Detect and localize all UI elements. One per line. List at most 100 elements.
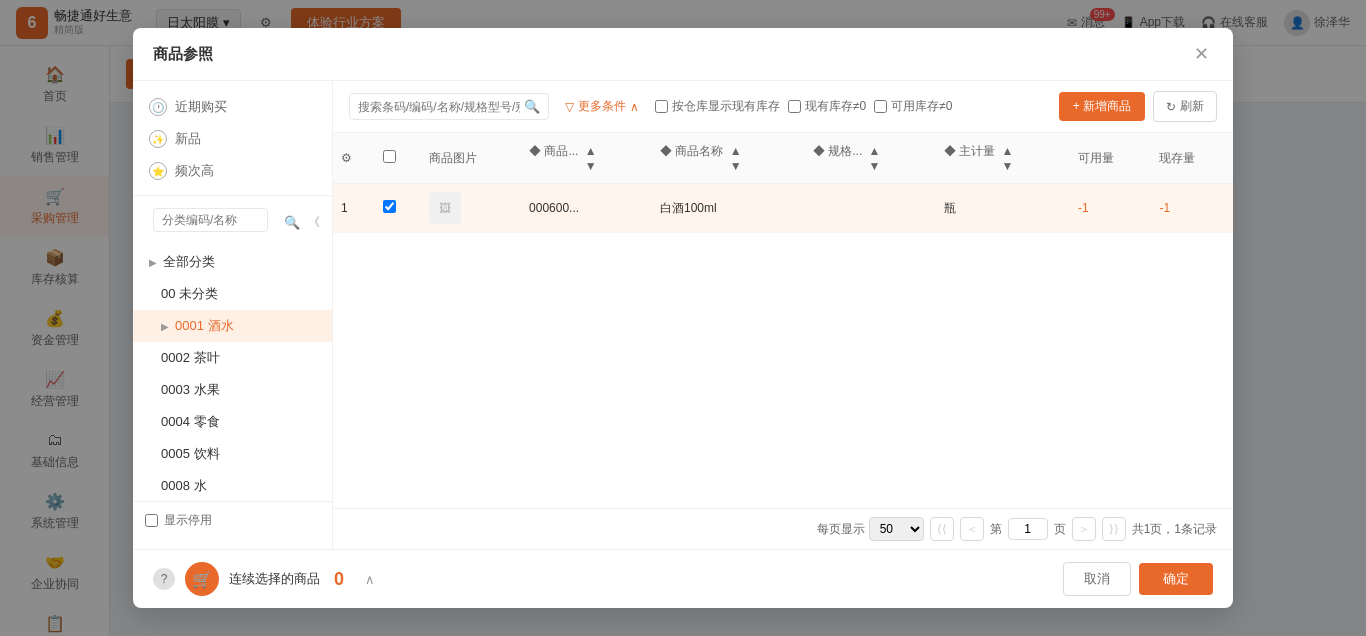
product-search-input[interactable] xyxy=(358,100,520,114)
quick-items: 🕐 近期购买 ✨ 新品 ⭐ 频次高 xyxy=(133,91,332,196)
footer-left: ? 🛒 连续选择的商品 0 ∧ xyxy=(153,562,382,596)
modal-close-button[interactable]: ✕ xyxy=(1189,42,1213,66)
th-name[interactable]: ◆ 商品名称 ▲▼ xyxy=(652,133,805,184)
available-nonzero-checkbox[interactable]: 可用库存≠0 xyxy=(874,98,952,115)
product-reference-modal: 商品参照 ✕ 🕐 近期购买 ✨ 新品 ⭐ xyxy=(133,28,1233,608)
cancel-button[interactable]: 取消 xyxy=(1063,562,1131,596)
modal-footer: ? 🛒 连续选择的商品 0 ∧ 取消 确定 xyxy=(133,549,1233,608)
filter-icon: ▽ xyxy=(565,100,574,114)
modal-overlay: 商品参照 ✕ 🕐 近期购买 ✨ 新品 ⭐ xyxy=(0,0,1366,636)
first-page-button[interactable]: ⟨⟨ xyxy=(930,517,954,541)
cart-count: 0 xyxy=(334,569,344,590)
search-icon[interactable]: 🔍 xyxy=(284,215,300,230)
cat-label-0008: 0008 水 xyxy=(161,477,207,495)
available-nonzero-label: 可用库存≠0 xyxy=(891,98,952,115)
td-spec xyxy=(805,184,936,233)
cat-item-0002[interactable]: 0002 茶叶 xyxy=(133,342,332,374)
td-checkbox[interactable] xyxy=(375,184,420,233)
th-checkbox xyxy=(375,133,420,184)
cat-item-all[interactable]: ▶ 全部分类 xyxy=(133,246,332,278)
next-page-button[interactable]: ＞ xyxy=(1072,517,1096,541)
cat-item-0005[interactable]: 0005 饮料 xyxy=(133,438,332,470)
category-search-input[interactable] xyxy=(162,213,259,227)
search-icon[interactable]: 🔍 xyxy=(524,99,540,114)
cat-item-0003[interactable]: 0003 水果 xyxy=(133,374,332,406)
td-image: 🖼 xyxy=(421,184,521,233)
clock-icon: 🕐 xyxy=(149,98,167,116)
collapse-button[interactable]: 《 xyxy=(304,212,324,232)
product-search-box[interactable]: 🔍 xyxy=(349,93,549,120)
per-page-label: 每页显示 xyxy=(817,521,865,538)
quick-item-recent[interactable]: 🕐 近期购买 xyxy=(133,91,332,123)
cart-icon[interactable]: 🛒 xyxy=(185,562,219,596)
th-image: 商品图片 xyxy=(421,133,521,184)
page-label: 第 xyxy=(990,521,1002,538)
arrow-icon: ▶ xyxy=(149,257,157,268)
category-tree: ▶ 全部分类 00 未分类 ▶ 0001 酒水 0002 茶叶 0003 水果 xyxy=(133,246,332,501)
cat-item-0008[interactable]: 0008 水 xyxy=(133,470,332,501)
stock-nonzero-checkbox[interactable]: 现有库存≠0 xyxy=(788,98,866,115)
cat-item-00[interactable]: 00 未分类 xyxy=(133,278,332,310)
cat-item-0004[interactable]: 0004 零食 xyxy=(133,406,332,438)
td-name: 白酒100ml xyxy=(652,184,805,233)
cat-label-0001: 0001 酒水 xyxy=(175,317,234,335)
modal-toolbar: 🔍 ▽ 更多条件 ∧ 按仓库显示现有库存 现有库存≠0 xyxy=(333,81,1233,133)
cat-label-all: 全部分类 xyxy=(163,253,215,271)
product-thumbnail: 🖼 xyxy=(429,192,461,224)
image-icon: 🖼 xyxy=(439,201,451,215)
cart-collapse-button[interactable]: ∧ xyxy=(358,567,382,591)
quick-item-recent-label: 近期购买 xyxy=(175,98,227,116)
refresh-label: 刷新 xyxy=(1180,98,1204,115)
td-available: -1 xyxy=(1070,184,1151,233)
th-settings: ⚙ xyxy=(333,133,375,184)
sort-icon-name: ▲▼ xyxy=(730,144,742,173)
table-row[interactable]: 1 🖼 000600... 白酒100ml xyxy=(333,184,1233,233)
per-page-dropdown[interactable]: 10 20 50 100 xyxy=(869,517,924,541)
arrow-icon-0001: ▶ xyxy=(161,321,169,332)
page-suffix: 页 xyxy=(1054,521,1066,538)
th-unit[interactable]: ◆ 主计量 ▲▼ xyxy=(936,133,1070,184)
new-icon: ✨ xyxy=(149,130,167,148)
page-total: 共1页，1条记录 xyxy=(1132,521,1217,538)
cat-label-0004: 0004 零食 xyxy=(161,413,220,431)
product-table: ⚙ 商品图片 ◆ 商品... ▲▼ xyxy=(333,133,1233,233)
warehouse-stock-checkbox[interactable]: 按仓库显示现有库存 xyxy=(655,98,780,115)
show-disabled-checkbox[interactable] xyxy=(145,514,158,527)
product-table-container: ⚙ 商品图片 ◆ 商品... ▲▼ xyxy=(333,133,1233,508)
modal-header: 商品参照 ✕ xyxy=(133,28,1233,81)
page-number-input[interactable] xyxy=(1008,518,1048,540)
stock-nonzero-label: 现有库存≠0 xyxy=(805,98,866,115)
cat-item-0001[interactable]: ▶ 0001 酒水 xyxy=(133,310,332,342)
help-icon[interactable]: ? xyxy=(153,568,175,590)
cart-label: 连续选择的商品 xyxy=(229,570,320,588)
cat-label-00: 00 未分类 xyxy=(161,285,218,303)
sort-icon-code: ▲▼ xyxy=(585,144,597,173)
footer-right: 取消 确定 xyxy=(1063,562,1213,596)
more-filter-button[interactable]: ▽ 更多条件 ∧ xyxy=(557,93,647,120)
modal-title: 商品参照 xyxy=(153,45,1189,64)
th-code[interactable]: ◆ 商品... ▲▼ xyxy=(521,133,652,184)
row-checkbox[interactable] xyxy=(383,200,396,213)
confirm-button[interactable]: 确定 xyxy=(1139,563,1213,595)
prev-page-button[interactable]: ＜ xyxy=(960,517,984,541)
th-spec[interactable]: ◆ 规格... ▲▼ xyxy=(805,133,936,184)
quick-item-new[interactable]: ✨ 新品 xyxy=(133,123,332,155)
quick-item-frequent[interactable]: ⭐ 频次高 xyxy=(133,155,332,187)
cat-label-0002: 0002 茶叶 xyxy=(161,349,220,367)
quick-item-new-label: 新品 xyxy=(175,130,201,148)
select-all-checkbox[interactable] xyxy=(383,150,396,163)
refresh-button[interactable]: ↻ 刷新 xyxy=(1153,91,1217,122)
td-stock: -1 xyxy=(1151,184,1233,233)
table-header-row: ⚙ 商品图片 ◆ 商品... ▲▼ xyxy=(333,133,1233,184)
td-unit: 瓶 xyxy=(936,184,1070,233)
modal-left-panel: 🕐 近期购买 ✨ 新品 ⭐ 频次高 xyxy=(133,81,333,549)
settings-icon[interactable]: ⚙ xyxy=(341,151,352,165)
td-code: 000600... xyxy=(521,184,652,233)
last-page-button[interactable]: ⟩⟩ xyxy=(1102,517,1126,541)
sort-icon-spec: ▲▼ xyxy=(869,144,881,173)
modal-body: 🕐 近期购买 ✨ 新品 ⭐ 频次高 xyxy=(133,81,1233,549)
per-page-select[interactable]: 每页显示 10 20 50 100 xyxy=(817,517,924,541)
category-search-box[interactable] xyxy=(153,208,268,232)
add-product-button[interactable]: + 新增商品 xyxy=(1059,92,1145,121)
quick-item-frequent-label: 频次高 xyxy=(175,162,214,180)
